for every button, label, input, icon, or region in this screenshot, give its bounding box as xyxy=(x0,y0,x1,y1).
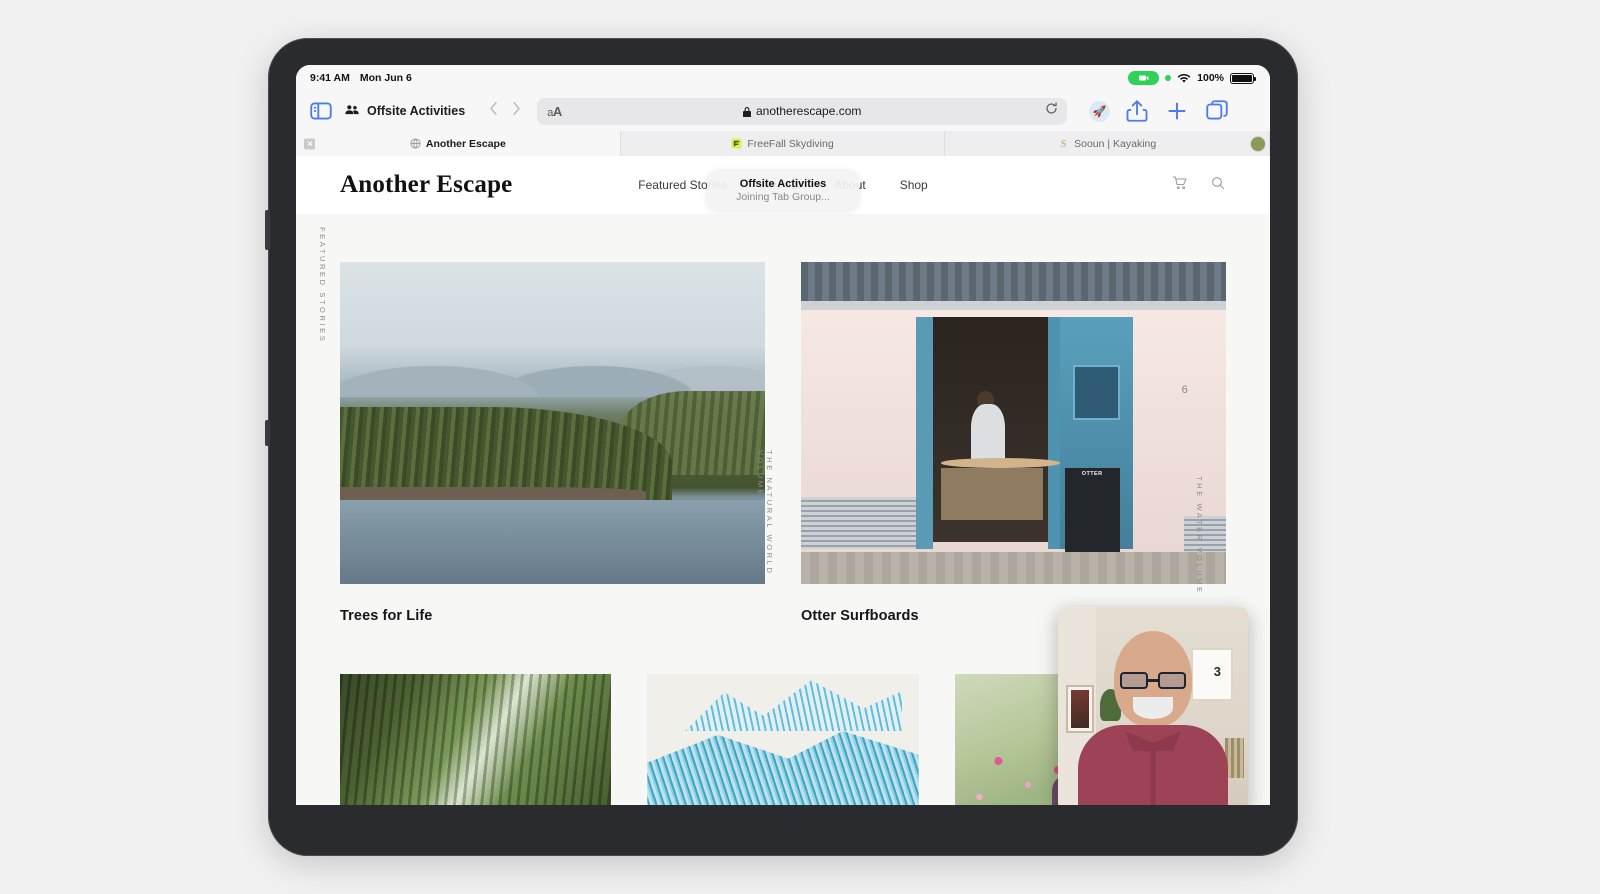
share-button[interactable] xyxy=(1124,99,1150,123)
forward-button[interactable] xyxy=(512,101,521,121)
close-icon[interactable] xyxy=(304,138,315,149)
device-side-button xyxy=(265,420,270,446)
lake-forest-mountains-photo xyxy=(340,262,765,584)
avatar xyxy=(1250,135,1267,152)
toast-subtitle: Joining Tab Group... xyxy=(736,190,830,203)
cart-icon[interactable] xyxy=(1172,175,1188,196)
vertical-label-natural-world-volume: THE NATURAL WORLD VOLUME xyxy=(756,450,774,576)
featured-card-otter-surfboards[interactable]: OTTER 6 Otter Surfboards THE WATER VOLUM… xyxy=(801,262,1226,624)
door-number: 6 xyxy=(1181,384,1188,397)
featured-stories-section: FEATURED STORIES Trees for Life THE NATU… xyxy=(296,214,1270,624)
glasses-icon xyxy=(1120,672,1186,690)
surfboard-workshop-photo: OTTER 6 xyxy=(801,262,1226,584)
site-header: Another Escape Featured Stories Journal … xyxy=(296,156,1270,214)
featured-card-title: Trees for Life xyxy=(340,608,433,624)
search-icon[interactable] xyxy=(1210,175,1226,196)
ipad-screen: 9:41 AM Mon Jun 6 100% Offsite Activitie… xyxy=(296,65,1270,805)
shop-sign-text: OTTER xyxy=(1081,471,1103,478)
address-bar[interactable]: aA anotherescape.com xyxy=(537,97,1068,125)
vertical-label-featured-stories: FEATURED STORIES xyxy=(318,227,327,344)
wifi-icon xyxy=(1177,73,1191,84)
sooun-icon: S xyxy=(1058,138,1069,149)
bookshelf-decor xyxy=(1225,737,1245,779)
svg-text:S: S xyxy=(1061,139,1067,149)
wall-picture-frame xyxy=(1065,684,1095,734)
tab-group-label: Offsite Activities xyxy=(367,104,466,118)
header-icons xyxy=(1172,175,1226,196)
tab-title: FreeFall Skydiving xyxy=(747,137,834,150)
people-icon xyxy=(344,102,360,121)
show-all-tabs-button[interactable] xyxy=(1204,99,1230,123)
screenshot-stage: 9:41 AM Mon Jun 6 100% Offsite Activitie… xyxy=(0,0,1600,894)
joining-tab-group-toast: Offsite Activities Joining Tab Group... xyxy=(707,170,859,210)
privacy-green-dot xyxy=(1165,75,1172,81)
globe-icon xyxy=(410,138,421,149)
nav-item-shop[interactable]: Shop xyxy=(900,178,928,192)
sidebar-icon[interactable] xyxy=(308,99,334,123)
camera-active-indicator xyxy=(1128,71,1160,85)
status-time: 9:41 AM xyxy=(310,72,350,84)
tab-title: Sooun | Kayaking xyxy=(1074,137,1157,150)
battery-percent: 100% xyxy=(1197,72,1224,84)
status-date: Mon Jun 6 xyxy=(359,72,412,84)
navigation-arrows xyxy=(489,101,521,121)
site-logo[interactable]: Another Escape xyxy=(340,171,512,199)
url-display: anotherescape.com xyxy=(537,104,1067,118)
toolbar-right-actions: 🚀 xyxy=(1089,99,1230,123)
otter-chalkboard-sign: OTTER xyxy=(1064,468,1120,552)
back-button[interactable] xyxy=(489,101,498,121)
tab-sooun-kayaking[interactable]: S Sooun | Kayaking xyxy=(945,131,1270,156)
web-page-content: Another Escape Featured Stories Journal … xyxy=(296,156,1270,805)
wall-poster: 3 xyxy=(1191,647,1233,701)
new-tab-button[interactable] xyxy=(1164,99,1190,123)
tab-title: Another Escape xyxy=(425,137,506,150)
forest-trees-photo[interactable] xyxy=(340,674,612,805)
battery-icon xyxy=(1230,72,1256,84)
tab-bar: Another Escape FreeFall Skydiving S Soou… xyxy=(296,131,1270,156)
status-bar: 9:41 AM Mon Jun 6 100% xyxy=(296,65,1270,91)
freefall-icon xyxy=(731,138,742,149)
reload-button[interactable] xyxy=(1045,102,1067,120)
rocket-icon[interactable]: 🚀 xyxy=(1089,100,1111,122)
lock-icon xyxy=(742,106,751,117)
tab-another-escape[interactable]: Another Escape xyxy=(296,131,621,156)
url-text: anotherescape.com xyxy=(755,104,862,118)
facetime-pip-video[interactable]: 3 xyxy=(1058,607,1248,805)
blue-mountain-illustration[interactable] xyxy=(647,674,919,805)
text-size-button[interactable]: aA xyxy=(537,104,562,119)
safari-toolbar: Offsite Activities aA anotherescape.com xyxy=(296,91,1270,131)
vertical-label-water-volume: THE WATER VOLUME xyxy=(1195,476,1204,595)
tab-freefall-skydiving[interactable]: FreeFall Skydiving xyxy=(621,131,946,156)
toast-title: Offsite Activities xyxy=(739,177,827,190)
featured-card-trees-for-life[interactable]: Trees for Life THE NATURAL WORLD VOLUME xyxy=(340,262,774,624)
tab-group-button[interactable]: Offsite Activities xyxy=(344,102,465,121)
device-volume-button xyxy=(265,210,270,250)
